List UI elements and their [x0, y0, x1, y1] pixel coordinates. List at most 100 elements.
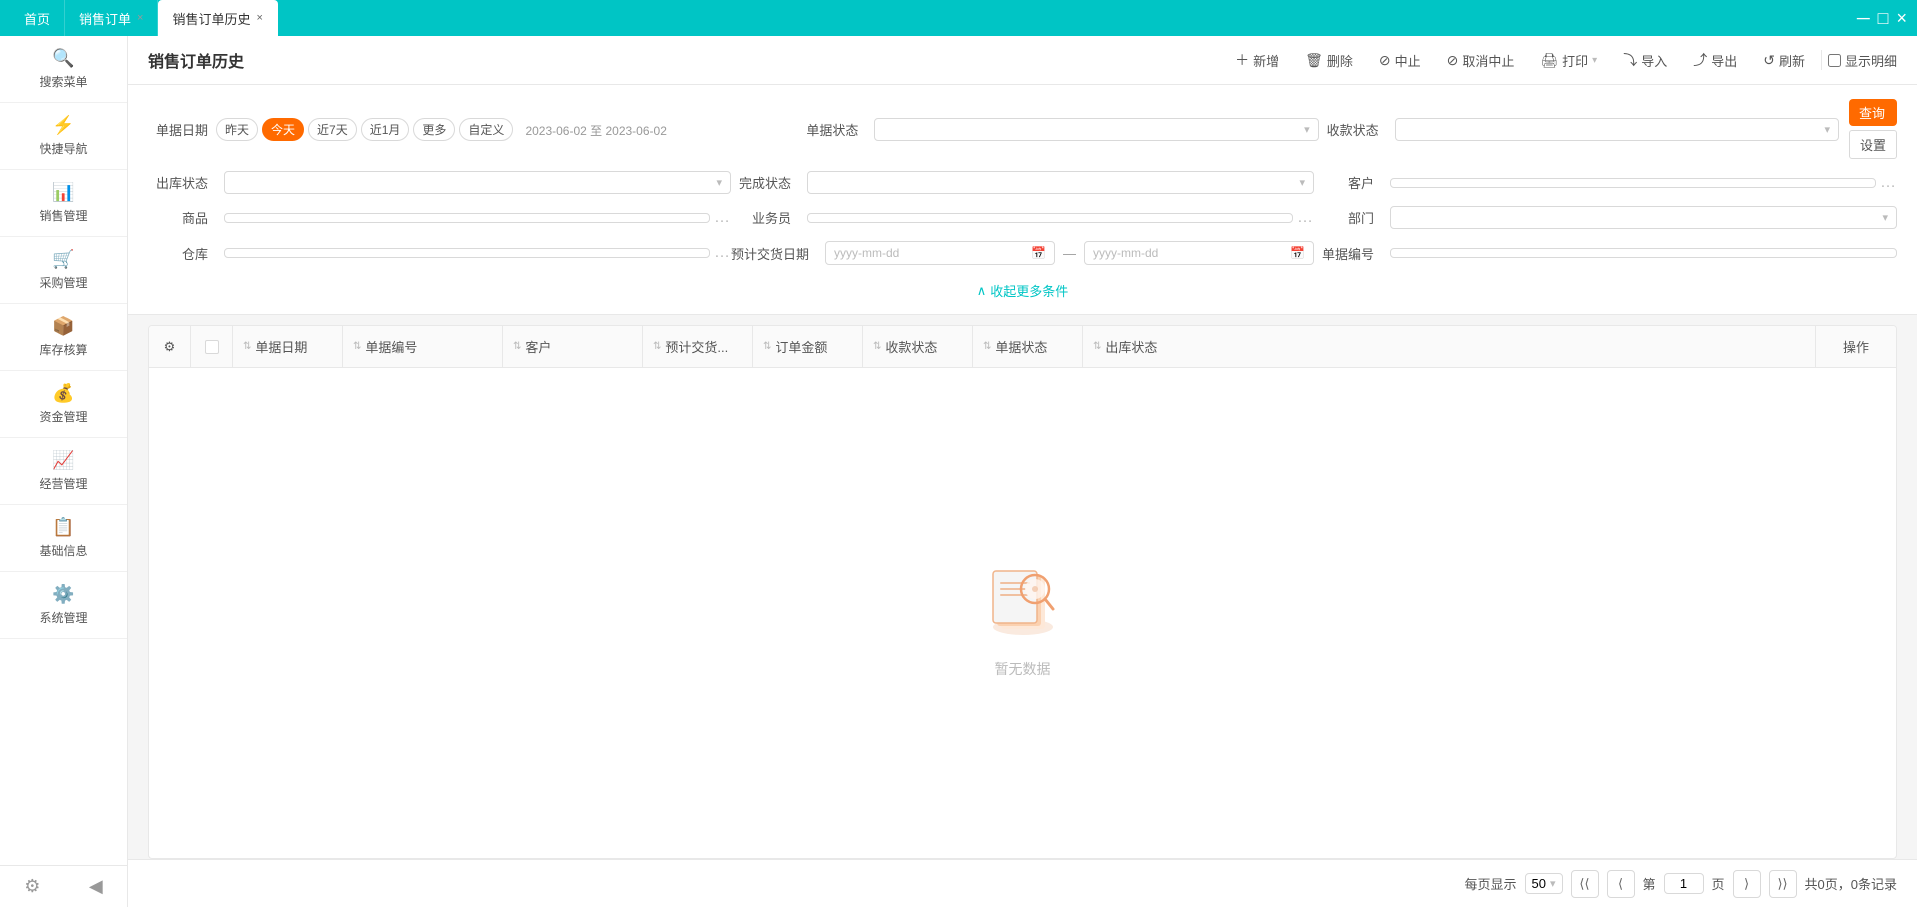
filter-outbound-status-select[interactable]: ▾ [224, 171, 731, 194]
filter-dept-select[interactable]: ▾ [1390, 206, 1897, 229]
per-page-select[interactable]: 50 ▾ [1525, 873, 1563, 894]
display-columns-checkbox[interactable]: 显示明细 [1828, 51, 1897, 70]
th-date[interactable]: ⇅ 单据日期 [233, 326, 343, 367]
th-check[interactable] [191, 326, 233, 367]
filter-salesperson-item: 业务员 … [731, 208, 1314, 227]
header-checkbox[interactable] [205, 340, 219, 354]
pagination-page-input[interactable] [1664, 873, 1704, 894]
date-more-btn[interactable]: 更多 [413, 118, 455, 141]
filter-salesperson-select[interactable] [807, 213, 1293, 223]
sidebar-item-basic-info-label: 基础信息 [39, 542, 87, 559]
delete-button[interactable]: 🗑 删除 [1295, 47, 1363, 74]
toolbar-divider [1821, 50, 1822, 70]
filter-goods-select[interactable] [224, 213, 710, 223]
filter-order-status-select[interactable]: ▾ [874, 118, 1318, 141]
sidebar-item-basic-info[interactable]: 📋 基础信息 [0, 505, 127, 572]
filter-customer-select[interactable] [1390, 178, 1876, 188]
print-button[interactable]: 🖨 打印 ▾ [1530, 47, 1607, 74]
sidebar-item-quick-nav[interactable]: ⚡ 快捷导航 [0, 103, 127, 170]
th-customer[interactable]: ⇅ 客户 [503, 326, 643, 367]
cancel-stop-icon: ⊘ [1447, 52, 1459, 69]
filter-date-label: 单据日期 [148, 120, 208, 139]
import-button[interactable]: ⤵ 导入 [1613, 46, 1677, 74]
filter-receipt-status-select[interactable]: ▾ [1395, 118, 1839, 141]
sidebar-item-search-menu[interactable]: 🔍 搜索菜单 [0, 36, 127, 103]
cancel-stop-button[interactable]: ⊘ 取消中止 [1437, 47, 1525, 74]
date-today-btn[interactable]: 今天 [262, 118, 304, 141]
refresh-button[interactable]: ↺ 刷新 [1753, 47, 1815, 74]
empty-illustration [973, 547, 1073, 647]
salesperson-dots-icon[interactable]: … [1297, 209, 1314, 227]
settings-filter-button[interactable]: 设置 [1849, 130, 1897, 159]
stop-button[interactable]: ⊘ 中止 [1369, 47, 1431, 74]
filter-completion-status-label: 完成状态 [731, 173, 791, 192]
filter-warehouse-select[interactable] [224, 248, 710, 258]
tab-home[interactable]: 首页 [10, 0, 65, 36]
receipt-status-arrow-icon: ▾ [1824, 123, 1830, 136]
restore-button[interactable]: □ [1878, 9, 1889, 27]
tab-sales-order[interactable]: 销售订单 × [65, 0, 158, 36]
th-settings[interactable]: ⚙ [149, 326, 191, 367]
sidebar-bottom: ⚙ ◀ [0, 865, 127, 907]
th-amount[interactable]: ⇅ 订单金额 [753, 326, 863, 367]
pagination-first-btn[interactable]: ⟨⟨ [1571, 870, 1599, 898]
tab-sales-order-history-close[interactable]: × [256, 12, 262, 24]
filter-collapse-row[interactable]: ∧ 收起更多条件 [148, 277, 1897, 300]
th-outbound[interactable]: ⇅ 出库状态 [1083, 326, 1816, 367]
tab-sales-order-close[interactable]: × [137, 12, 143, 24]
pagination-last-btn[interactable]: ⟩⟩ [1769, 870, 1797, 898]
date-7days-btn[interactable]: 近7天 [308, 118, 357, 141]
import-icon: ⤵ [1623, 50, 1637, 70]
filter-order-num-item: 单据编号 [1314, 244, 1897, 263]
pagination-prev-btn[interactable]: ⟨ [1607, 870, 1635, 898]
sidebar-collapse-icon[interactable]: ◀ [89, 876, 103, 897]
th-num[interactable]: ⇅ 单据编号 [343, 326, 503, 367]
th-order-status[interactable]: ⇅ 单据状态 [973, 326, 1083, 367]
th-amount-label: 订单金额 [775, 337, 827, 356]
customer-dots-icon[interactable]: … [1880, 174, 1897, 192]
sidebar-item-operations-mgmt[interactable]: 📈 经营管理 [0, 438, 127, 505]
minimize-button[interactable]: ─ [1857, 9, 1870, 27]
funds-mgmt-icon: 💰 [52, 383, 74, 404]
filter-delivery-from-input[interactable]: yyyy-mm-dd 📅 [825, 241, 1055, 265]
pagination-next-btn[interactable]: ⟩ [1733, 870, 1761, 898]
new-button[interactable]: ＋ 新增 [1225, 46, 1289, 74]
sidebar-item-inventory-check[interactable]: 📦 库存核算 [0, 304, 127, 371]
filter-row-4: 仓库 … 预计交货日期 yyyy-mm-dd 📅 [148, 241, 1897, 265]
close-button[interactable]: × [1896, 9, 1907, 27]
goods-dots-icon[interactable]: … [714, 209, 731, 227]
date-range-display: 2023-06-02 至 2023-06-02 [525, 122, 666, 139]
sort-date-icon: ⇅ [243, 341, 251, 352]
th-action: 操作 [1816, 326, 1896, 367]
sidebar-item-funds-mgmt[interactable]: 💰 资金管理 [0, 371, 127, 438]
sidebar-item-sales-mgmt[interactable]: 📊 销售管理 [0, 170, 127, 237]
th-delivery-label: 预计交货... [665, 337, 728, 356]
th-receipt[interactable]: ⇅ 收款状态 [863, 326, 973, 367]
query-button[interactable]: 查询 [1849, 99, 1897, 126]
sort-amount-icon: ⇅ [763, 341, 771, 352]
sidebar-settings-icon[interactable]: ⚙ [24, 876, 40, 897]
sidebar-item-purchase-mgmt[interactable]: 🛒 采购管理 [0, 237, 127, 304]
filter-delivery-to-input[interactable]: yyyy-mm-dd 📅 [1084, 241, 1314, 265]
search-menu-icon: 🔍 [52, 48, 74, 69]
warehouse-dots-icon[interactable]: … [714, 244, 731, 262]
tab-sales-order-history[interactable]: 销售订单历史 × [158, 0, 277, 36]
content-area: 销售订单历史 ＋ 新增 🗑 删除 ⊘ 中止 ⊘ 取消中止 [128, 36, 1917, 907]
filter-completion-status-select[interactable]: ▾ [807, 171, 1314, 194]
date-yesterday-btn[interactable]: 昨天 [216, 118, 258, 141]
export-button[interactable]: ⤴ 导出 [1683, 46, 1747, 74]
date-custom-btn[interactable]: 自定义 [459, 118, 513, 141]
sort-outbound-icon: ⇅ [1093, 341, 1101, 352]
th-customer-label: 客户 [525, 337, 551, 356]
cancel-stop-label: 取消中止 [1462, 51, 1514, 70]
table-header: ⚙ ⇅ 单据日期 ⇅ 单据编号 ⇅ 客户 [149, 326, 1896, 368]
refresh-icon: ↺ [1763, 52, 1775, 69]
print-icon: 🖨 [1540, 52, 1558, 69]
display-columns-input[interactable] [1828, 54, 1841, 67]
date-1month-btn[interactable]: 近1月 [361, 118, 410, 141]
filter-dept-item: 部门 ▾ [1314, 206, 1897, 229]
th-delivery[interactable]: ⇅ 预计交货... [643, 326, 753, 367]
filter-order-num-input[interactable] [1390, 248, 1897, 258]
sidebar-item-system-mgmt[interactable]: ⚙️ 系统管理 [0, 572, 127, 639]
sort-delivery-icon: ⇅ [653, 341, 661, 352]
